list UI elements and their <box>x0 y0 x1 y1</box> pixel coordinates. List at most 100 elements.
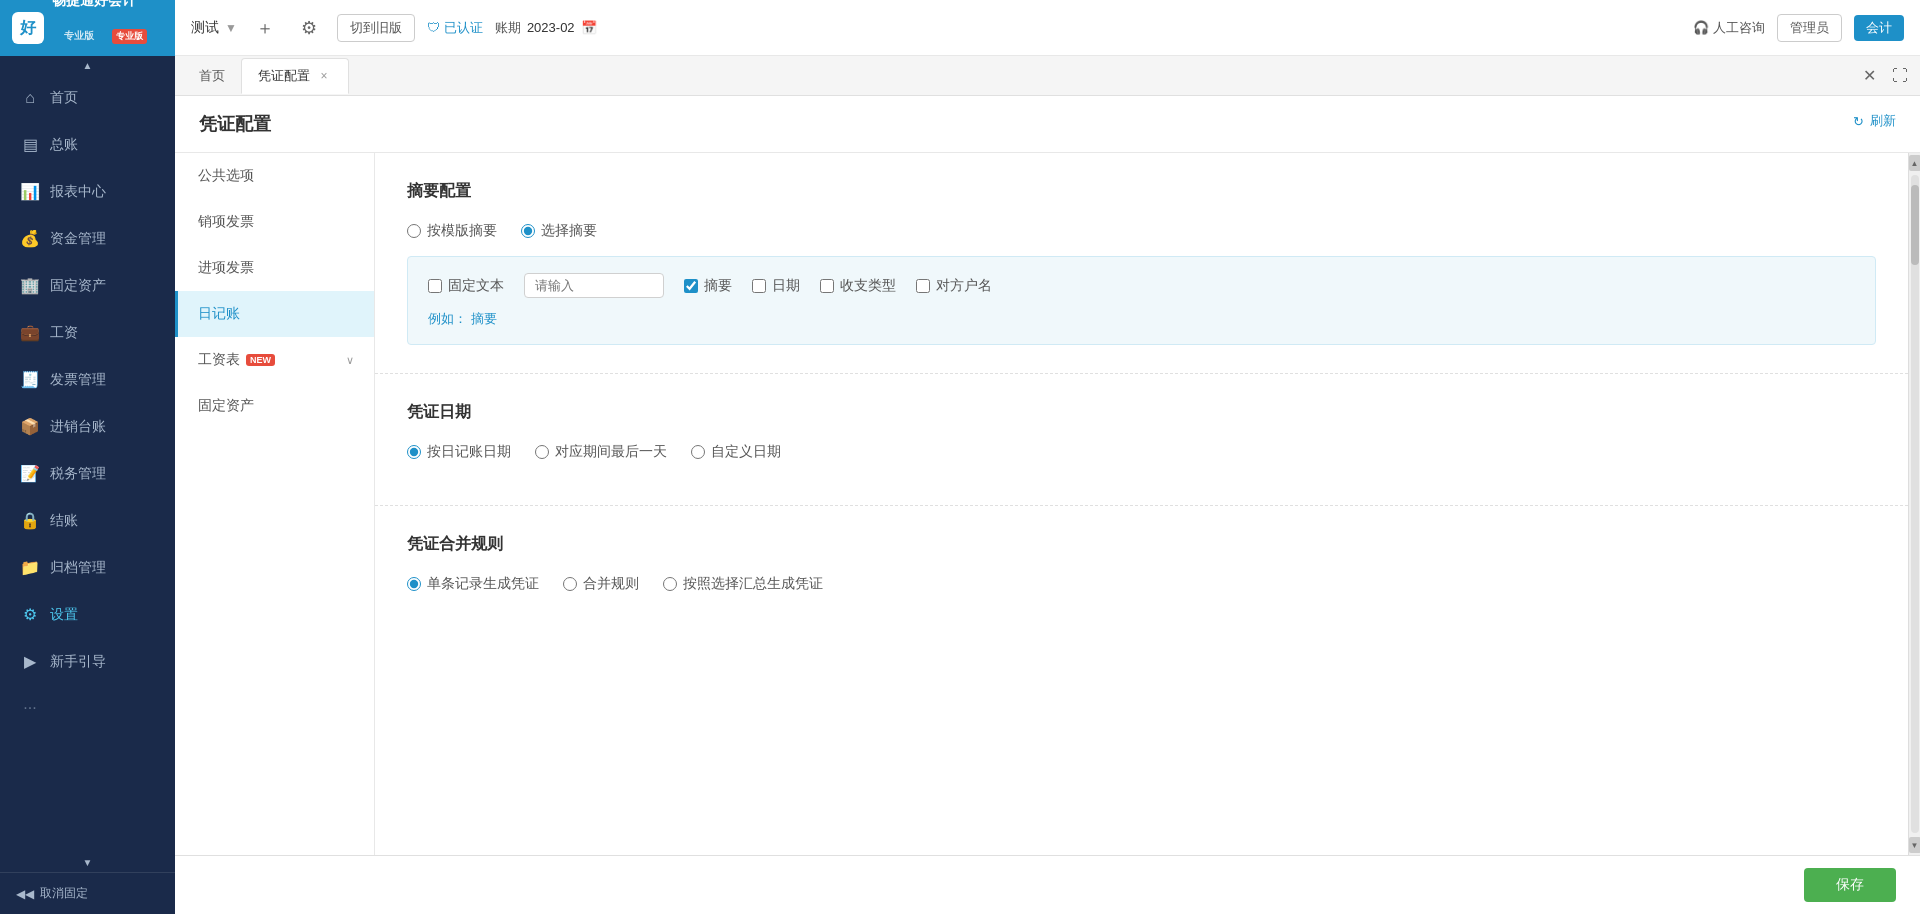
sidebar-item-report[interactable]: 📊 报表中心 <box>0 168 175 215</box>
nav-item-journal[interactable]: 日记账 <box>175 291 374 337</box>
page-wrapper: 凭证配置 ↻ 刷新 公共选项 销项发票 进项发票 <box>175 96 1920 914</box>
sidebar-unpin[interactable]: ◀◀ 取消固定 <box>0 872 175 914</box>
radio-journal-date-label[interactable]: 按日记账日期 <box>407 443 511 461</box>
role-button[interactable]: 会计 <box>1854 15 1904 41</box>
summary-options-box: 固定文本 摘要 日期 <box>407 256 1876 345</box>
radio-custom-date-label[interactable]: 自定义日期 <box>691 443 781 461</box>
sidebar-item-extra[interactable]: ··· <box>0 685 175 731</box>
report-icon: 📊 <box>20 182 40 201</box>
sidebar-item-close[interactable]: 🔒 结账 <box>0 497 175 544</box>
sidebar-item-invoice[interactable]: 🧾 发票管理 <box>0 356 175 403</box>
sidebar-scroll-down[interactable]: ▼ <box>0 853 175 872</box>
radio-period-last-label[interactable]: 对应期间最后一天 <box>535 443 667 461</box>
sidebar-item-home[interactable]: ⌂ 首页 <box>0 75 175 121</box>
sidebar-scroll-up[interactable]: ▲ <box>0 56 175 75</box>
counterpart-checkbox[interactable] <box>916 279 930 293</box>
sidebar-item-salary[interactable]: 💼 工资 <box>0 309 175 356</box>
merge-title: 凭证合并规则 <box>407 534 1876 555</box>
refresh-button[interactable]: ↻ 刷新 <box>1853 112 1896 146</box>
radio-template-label[interactable]: 按模版摘要 <box>407 222 497 240</box>
radio-custom-date[interactable] <box>691 445 705 459</box>
topbar: 测试 ▼ ＋ ⚙ 切到旧版 🛡 已认证 账期 2023-02 📅 🎧 人工咨询 … <box>175 0 1920 56</box>
scroll-up-btn[interactable]: ▲ <box>1909 155 1921 171</box>
radio-merge[interactable] <box>563 577 577 591</box>
sidebar-item-assets[interactable]: 🏢 固定资产 <box>0 262 175 309</box>
shield-icon: 🛡 <box>427 20 440 35</box>
settings-icon: ⚙ <box>20 605 40 624</box>
sidebar: 好 畅捷通好会计 专业版 专业版 ▲ ⌂ 首页 ▤ 总账 📊 报表中心 💰 资金… <box>0 0 175 914</box>
content-area: 凭证配置 ↻ 刷新 公共选项 销项发票 进项发票 <box>175 96 1920 914</box>
tab-expand-button[interactable]: ⛶ <box>1888 63 1912 89</box>
add-button[interactable]: ＋ <box>249 12 281 44</box>
nav-item-purchase[interactable]: 进项发票 <box>175 245 374 291</box>
guide-icon: ▶ <box>20 652 40 671</box>
extra-icon: ··· <box>20 699 40 717</box>
nav-item-public[interactable]: 公共选项 <box>175 153 374 199</box>
save-button[interactable]: 保存 <box>1804 868 1896 902</box>
old-version-button[interactable]: 切到旧版 <box>337 14 415 42</box>
refresh-icon: ↻ <box>1853 114 1864 129</box>
topbar-right: 🎧 人工咨询 管理员 会计 <box>1693 14 1904 42</box>
tab-close-icon[interactable]: × <box>316 68 332 84</box>
tab-close-button[interactable]: ✕ <box>1859 62 1880 89</box>
sidebar-item-settings[interactable]: ⚙ 设置 <box>0 591 175 638</box>
counterpart-check-label[interactable]: 对方户名 <box>916 277 992 295</box>
fixed-text-checkbox[interactable] <box>428 279 442 293</box>
user-button[interactable]: 管理员 <box>1777 14 1842 42</box>
fixed-text-input[interactable] <box>524 273 664 298</box>
radio-single[interactable] <box>407 577 421 591</box>
nav-item-salary-table[interactable]: 工资表 NEW ∨ <box>175 337 374 383</box>
scroll-thumb[interactable] <box>1911 185 1919 265</box>
summary-check-label[interactable]: 摘要 <box>684 277 732 295</box>
home-icon: ⌂ <box>20 89 40 107</box>
scroll-track <box>1911 175 1919 833</box>
summary-checkbox[interactable] <box>684 279 698 293</box>
sidebar-item-trading[interactable]: 📦 进销台账 <box>0 403 175 450</box>
radio-summary-label[interactable]: 按照选择汇总生成凭证 <box>663 575 823 593</box>
radio-template[interactable] <box>407 224 421 238</box>
right-scrollbar[interactable]: ▲ ▼ <box>1908 153 1920 855</box>
project-selector[interactable]: 测试 ▼ <box>191 19 237 37</box>
tab-home[interactable]: 首页 <box>183 59 241 93</box>
project-name: 测试 <box>191 19 219 37</box>
close-accounts-icon: 🔒 <box>20 511 40 530</box>
invoice-icon: 🧾 <box>20 370 40 389</box>
sidebar-item-guide[interactable]: ▶ 新手引导 <box>0 638 175 685</box>
footer: 保存 <box>175 855 1920 914</box>
unpin-icon: ◀◀ <box>16 887 34 901</box>
ledger-icon: ▤ <box>20 135 40 154</box>
radio-single-label[interactable]: 单条记录生成凭证 <box>407 575 539 593</box>
settings-gear-button[interactable]: ⚙ <box>293 12 325 44</box>
date-checkbox[interactable] <box>752 279 766 293</box>
assets-icon: 🏢 <box>20 276 40 295</box>
nav-item-fixed-assets[interactable]: 固定资产 <box>175 383 374 429</box>
tab-voucher-config[interactable]: 凭证配置 × <box>241 58 349 94</box>
fixed-text-label[interactable]: 固定文本 <box>428 277 504 295</box>
nav-item-sales[interactable]: 销项发票 <box>175 199 374 245</box>
merge-radio-group: 单条记录生成凭证 合并规则 按照选择汇总生成凭证 <box>407 575 1876 593</box>
tax-icon: 📝 <box>20 464 40 483</box>
radio-period-last[interactable] <box>535 445 549 459</box>
radio-merge-label[interactable]: 合并规则 <box>563 575 639 593</box>
sidebar-item-funds[interactable]: 💰 资金管理 <box>0 215 175 262</box>
radio-summary[interactable] <box>663 577 677 591</box>
app-logo: 好 畅捷通好会计 专业版 专业版 <box>0 0 175 56</box>
date-check-label[interactable]: 日期 <box>752 277 800 295</box>
page-header: 凭证配置 ↻ 刷新 <box>175 96 1920 153</box>
sidebar-item-ledger[interactable]: ▤ 总账 <box>0 121 175 168</box>
calendar-icon[interactable]: 📅 <box>581 20 597 35</box>
radio-journal-date[interactable] <box>407 445 421 459</box>
income-type-checkbox[interactable] <box>820 279 834 293</box>
service-button[interactable]: 🎧 人工咨询 <box>1693 19 1765 37</box>
date-title: 凭证日期 <box>407 402 1876 423</box>
project-chevron: ▼ <box>225 21 237 35</box>
certified-badge: 🛡 已认证 <box>427 19 483 37</box>
radio-select[interactable] <box>521 224 535 238</box>
sidebar-item-tax[interactable]: 📝 税务管理 <box>0 450 175 497</box>
radio-select-label[interactable]: 选择摘要 <box>521 222 597 240</box>
scroll-down-btn[interactable]: ▼ <box>1909 837 1921 853</box>
headset-icon: 🎧 <box>1693 20 1709 35</box>
summary-radio-group: 按模版摘要 选择摘要 <box>407 222 1876 240</box>
income-type-check-label[interactable]: 收支类型 <box>820 277 896 295</box>
sidebar-item-archive[interactable]: 📁 归档管理 <box>0 544 175 591</box>
